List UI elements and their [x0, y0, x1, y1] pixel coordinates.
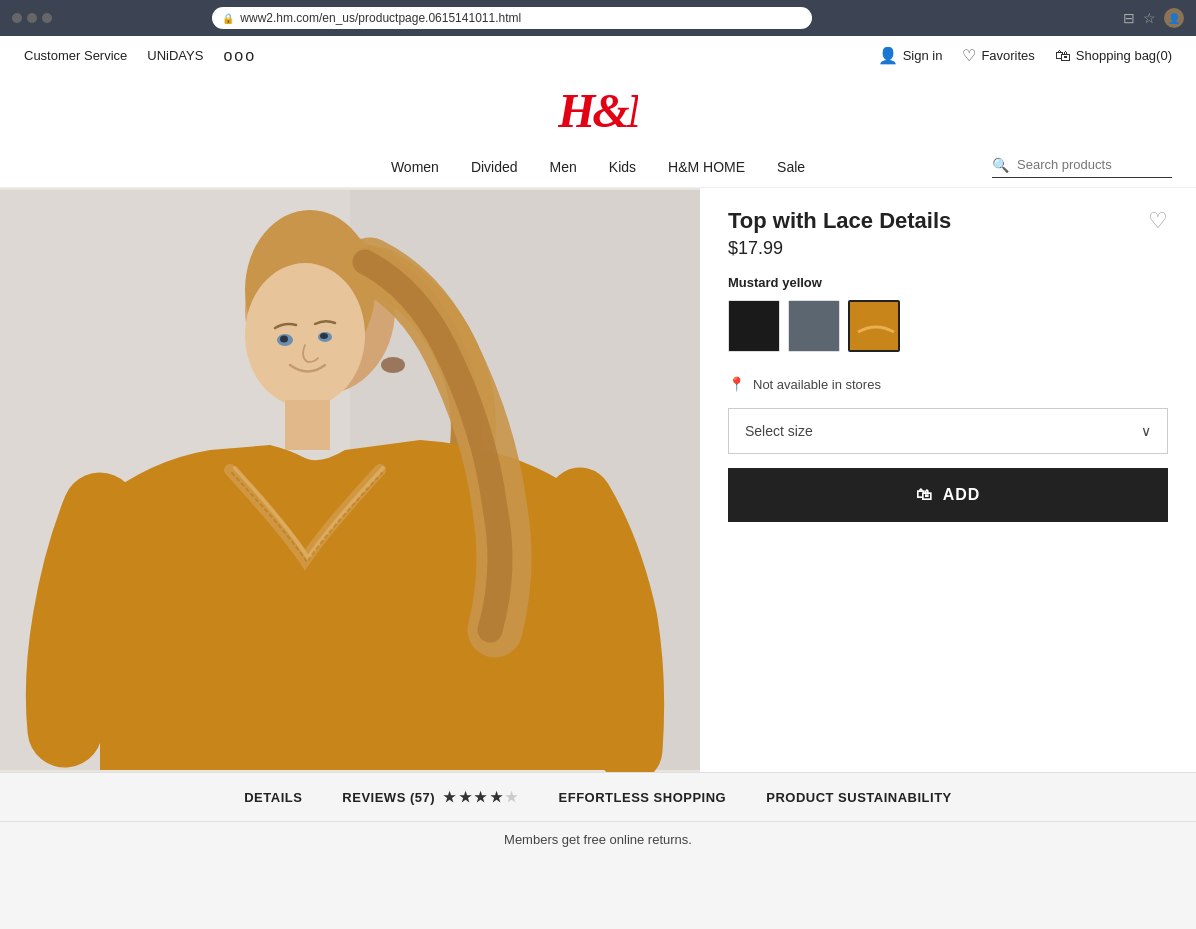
nav-kids[interactable]: Kids — [609, 151, 636, 183]
free-returns-banner: Members get free online returns. — [0, 821, 1196, 857]
minimize-dot — [27, 13, 37, 23]
nav-women[interactable]: Women — [391, 151, 439, 183]
search-icon: 🔍 — [992, 157, 1009, 173]
utility-bar: Customer Service UNiDAYS ooo 👤 Sign in ♡… — [0, 36, 1196, 75]
svg-point-11 — [381, 357, 405, 373]
search-area[interactable]: 🔍 — [992, 157, 1172, 178]
utility-right: 👤 Sign in ♡ Favorites 🛍 Shopping bag(0) — [878, 46, 1172, 65]
search-input[interactable] — [1017, 157, 1157, 172]
color-label: Mustard yellow — [728, 275, 1168, 290]
product-area: Top with Lace Details ♡ $17.99 Mustard y… — [0, 188, 1196, 772]
url-text: www2.hm.com/en_us/productpage.0615141011… — [240, 11, 521, 25]
close-dot — [12, 13, 22, 23]
nav-hm-home[interactable]: H&M HOME — [668, 151, 745, 183]
size-label: Select size — [745, 423, 813, 439]
bag-icon: 🛍 — [1055, 47, 1071, 65]
pin-icon: 📍 — [728, 376, 745, 392]
bookmark-icon[interactable]: ☆ — [1143, 10, 1156, 26]
svg-rect-12 — [729, 301, 780, 352]
nav-sale[interactable]: Sale — [777, 151, 805, 183]
product-header: Top with Lace Details ♡ — [728, 208, 1168, 234]
reviews-stars: ★ ★ ★ ★ ★ — [443, 789, 519, 805]
browser-window-controls — [12, 13, 52, 23]
unidays-link[interactable]: UNiDAYS — [147, 48, 203, 63]
shopping-bag-button[interactable]: 🛍 Shopping bag(0) — [1055, 47, 1172, 65]
star-2: ★ — [459, 789, 473, 805]
person-icon: 👤 — [878, 46, 898, 65]
size-selector[interactable]: Select size ∨ — [728, 408, 1168, 454]
availability-text: Not available in stores — [753, 377, 881, 392]
main-nav: Women Divided Men Kids H&M HOME Sale 🔍 — [0, 143, 1196, 188]
nav-items: Women Divided Men Kids H&M HOME Sale — [391, 151, 805, 183]
store-availability: 📍 Not available in stores — [728, 368, 1168, 392]
sign-in-button[interactable]: 👤 Sign in — [878, 46, 943, 65]
bottom-tabs: DETAILS REVIEWS (57) ★ ★ ★ ★ ★ EFFORTLES… — [0, 772, 1196, 821]
hm-logo[interactable]: H&M — [558, 83, 638, 139]
color-swatch-grey[interactable] — [788, 300, 840, 352]
add-button-label: ADD — [943, 486, 981, 504]
color-swatch-mustard[interactable] — [848, 300, 900, 352]
shopping-bag-icon: 🛍 — [916, 486, 933, 504]
address-bar[interactable]: 🔒 www2.hm.com/en_us/productpage.06151410… — [212, 7, 812, 29]
svg-text:H&M: H&M — [558, 84, 638, 133]
favorites-button[interactable]: ♡ Favorites — [962, 46, 1034, 65]
svg-point-8 — [280, 336, 288, 343]
svg-rect-13 — [789, 301, 840, 352]
star-3: ★ — [474, 789, 488, 805]
add-to-bag-button[interactable]: 🛍 ADD — [728, 468, 1168, 522]
star-4: ★ — [490, 789, 504, 805]
nav-men[interactable]: Men — [550, 151, 577, 183]
chevron-down-icon: ∨ — [1141, 423, 1151, 439]
favorites-label: Favorites — [981, 48, 1034, 63]
tab-sustainability[interactable]: PRODUCT SUSTAINABILITY — [766, 790, 952, 805]
free-returns-text: Members get free online returns. — [504, 832, 692, 847]
utility-left: Customer Service UNiDAYS ooo — [24, 47, 256, 65]
profile-avatar[interactable]: 👤 — [1164, 8, 1184, 28]
color-swatch-black[interactable] — [728, 300, 780, 352]
lock-icon: 🔒 — [222, 13, 234, 24]
tab-reviews[interactable]: REVIEWS (57) ★ ★ ★ ★ ★ — [342, 789, 518, 805]
product-details: Top with Lace Details ♡ $17.99 Mustard y… — [700, 188, 1196, 772]
svg-rect-10 — [285, 400, 330, 450]
tab-reviews-label: REVIEWS (57) — [342, 790, 435, 805]
logo-bar: H&M — [0, 75, 1196, 143]
sign-in-label: Sign in — [903, 48, 943, 63]
color-swatches — [728, 300, 1168, 352]
customer-service-link[interactable]: Customer Service — [24, 48, 127, 63]
heart-icon: ♡ — [962, 46, 976, 65]
tab-effortless-label: EFFORTLESS SHOPPING — [559, 790, 727, 805]
browser-chrome: 🔒 www2.hm.com/en_us/productpage.06151410… — [0, 0, 1196, 36]
nav-divided[interactable]: Divided — [471, 151, 518, 183]
svg-point-9 — [320, 333, 328, 339]
tab-sustainability-label: PRODUCT SUSTAINABILITY — [766, 790, 952, 805]
shopping-bag-label: Shopping bag(0) — [1076, 48, 1172, 63]
product-image — [0, 188, 700, 772]
product-image-container — [0, 188, 700, 772]
product-wishlist-button[interactable]: ♡ — [1148, 208, 1168, 234]
page: Customer Service UNiDAYS ooo 👤 Sign in ♡… — [0, 36, 1196, 857]
browser-actions: ⊟ ☆ 👤 — [1123, 8, 1184, 28]
svg-point-5 — [245, 263, 365, 407]
tab-details[interactable]: DETAILS — [244, 790, 302, 805]
product-title: Top with Lace Details — [728, 208, 1132, 234]
tab-details-label: DETAILS — [244, 790, 302, 805]
star-5: ★ — [505, 789, 519, 805]
more-options[interactable]: ooo — [223, 47, 256, 65]
translate-icon[interactable]: ⊟ — [1123, 10, 1135, 26]
product-price: $17.99 — [728, 238, 1168, 259]
tab-effortless-shopping[interactable]: EFFORTLESS SHOPPING — [559, 790, 727, 805]
star-1: ★ — [443, 789, 457, 805]
maximize-dot — [42, 13, 52, 23]
